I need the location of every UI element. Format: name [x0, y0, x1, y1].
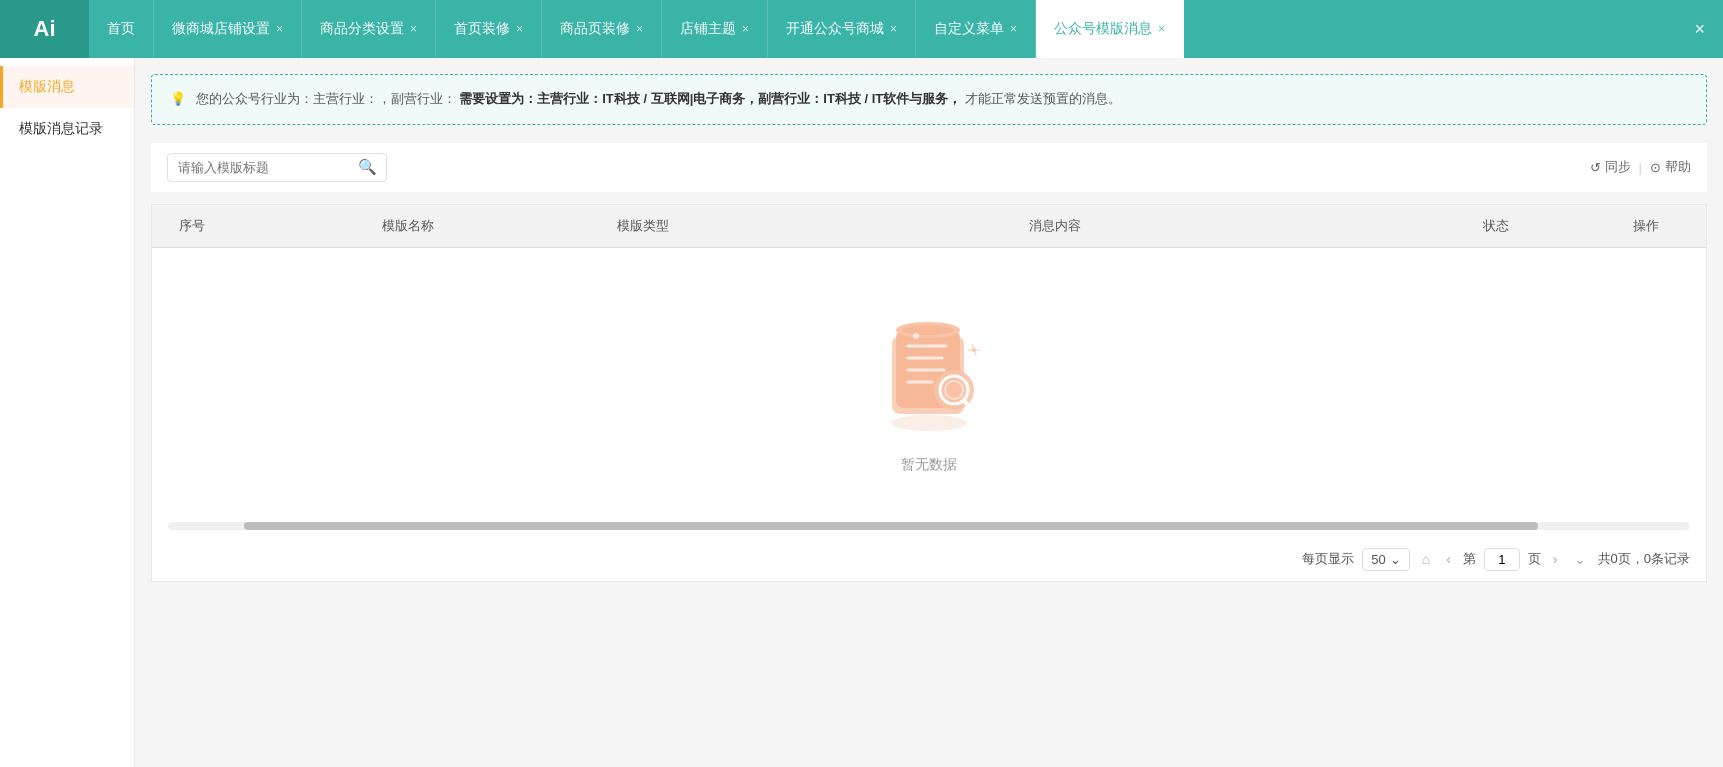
- help-button[interactable]: ⊙ 帮助: [1650, 158, 1691, 176]
- nav-tab-home-decor[interactable]: 首页装修×: [436, 0, 542, 58]
- divider: |: [1639, 160, 1642, 175]
- chevron-down-icon: ⌄: [1390, 552, 1401, 567]
- nav-tab-custom-menu[interactable]: 自定义菜单×: [916, 0, 1036, 58]
- search-input-wrap: 🔍: [167, 153, 387, 182]
- close-tab-home-decor[interactable]: ×: [516, 22, 523, 36]
- notice-prefix: 您的公众号行业为：主营行业：，副营行业：: [196, 91, 456, 106]
- search-icon[interactable]: 🔍: [358, 158, 377, 176]
- close-tab-shop-theme[interactable]: ×: [742, 22, 749, 36]
- th-type: 模版类型: [583, 205, 703, 247]
- notice-suffix: 才能正常发送预置的消息。: [965, 91, 1121, 106]
- svg-point-0: [891, 415, 967, 431]
- sidebar: 模版消息模版消息记录: [0, 58, 135, 767]
- th-action: 操作: [1586, 205, 1706, 247]
- th-content: 消息内容: [703, 205, 1406, 247]
- search-left: 🔍: [167, 153, 387, 182]
- logo: Ai: [0, 0, 89, 58]
- search-right: ↺ 同步 | ⊙ 帮助: [1590, 158, 1691, 176]
- close-tab-template-msg[interactable]: ×: [1158, 22, 1165, 36]
- empty-state: 暂无数据: [152, 248, 1706, 514]
- close-all-button[interactable]: ×: [1676, 0, 1723, 58]
- th-seq: 序号: [152, 205, 232, 247]
- notice-highlight: 需要设置为：主营行业：IT科技 / 互联网|电子商务，副营行业：IT科技 / I…: [459, 91, 961, 106]
- sync-icon: ↺: [1590, 160, 1601, 175]
- sidebar-item-template-record[interactable]: 模版消息记录: [0, 108, 134, 150]
- nav-tab-shop-theme[interactable]: 店铺主题×: [662, 0, 768, 58]
- th-status: 状态: [1406, 205, 1586, 247]
- svg-line-11: [964, 401, 976, 413]
- first-page-button[interactable]: ⌂: [1418, 549, 1434, 569]
- close-tab-category-settings[interactable]: ×: [410, 22, 417, 36]
- sidebar-item-template-msg[interactable]: 模版消息: [0, 66, 134, 108]
- close-tab-custom-menu[interactable]: ×: [1010, 22, 1017, 36]
- nav-tab-home[interactable]: 首页: [89, 0, 154, 58]
- pagination: 每页显示 50 ⌄ ⌂ ‹ 第 页 › ⌄ 共0页，0条记录: [152, 538, 1706, 581]
- page-label-before: 第: [1463, 550, 1476, 568]
- table: 序号 模版名称 模版类型 消息内容 状态 操作: [151, 204, 1707, 582]
- close-tab-product-decor[interactable]: ×: [636, 22, 643, 36]
- scroll-area: [152, 522, 1706, 530]
- page-size-select[interactable]: 50 ⌄: [1362, 548, 1409, 571]
- notice-box: 💡 您的公众号行业为：主营行业：，副营行业： 需要设置为：主营行业：IT科技 /…: [151, 74, 1707, 125]
- prev-page-button[interactable]: ‹: [1442, 549, 1455, 569]
- scroll-thumb: [244, 522, 1538, 530]
- close-tab-open-mall[interactable]: ×: [890, 22, 897, 36]
- svg-point-13: [913, 333, 919, 339]
- table-header: 序号 模版名称 模版类型 消息内容 状态 操作: [152, 205, 1706, 248]
- nav-tab-product-decor[interactable]: 商品页装修×: [542, 0, 662, 58]
- nav-tabs: 首页微商城店铺设置×商品分类设置×首页装修×商品页装修×店铺主题×开通公众号商城…: [89, 0, 1676, 58]
- page-size-value: 50: [1371, 552, 1385, 567]
- search-input[interactable]: [167, 153, 387, 182]
- page-label-after: 页: [1528, 550, 1541, 568]
- scroll-track[interactable]: [168, 522, 1690, 530]
- search-bar: 🔍 ↺ 同步 | ⊙ 帮助: [151, 143, 1707, 192]
- nav-tab-template-msg[interactable]: 公众号模版消息×: [1036, 0, 1184, 58]
- main-content: 💡 您的公众号行业为：主营行业：，副营行业： 需要设置为：主营行业：IT科技 /…: [135, 58, 1723, 767]
- next-page-button[interactable]: ›: [1549, 549, 1562, 569]
- empty-text: 暂无数据: [901, 456, 957, 474]
- last-page-button[interactable]: ⌄: [1570, 549, 1590, 569]
- notice-icon: 💡: [170, 91, 186, 106]
- help-label: 帮助: [1665, 158, 1691, 176]
- sync-button[interactable]: ↺ 同步: [1590, 158, 1631, 176]
- page-size-label: 每页显示: [1302, 550, 1354, 568]
- empty-illustration: [864, 308, 994, 438]
- sync-label: 同步: [1605, 158, 1631, 176]
- svg-point-4: [902, 325, 954, 335]
- nav-tab-open-mall[interactable]: 开通公众号商城×: [768, 0, 916, 58]
- help-icon: ⊙: [1650, 160, 1661, 175]
- nav-tab-category-settings[interactable]: 商品分类设置×: [302, 0, 436, 58]
- close-tab-shop-settings[interactable]: ×: [276, 22, 283, 36]
- total-label: 共0页，0条记录: [1598, 550, 1690, 568]
- th-name: 模版名称: [232, 205, 583, 247]
- nav-tab-shop-settings[interactable]: 微商城店铺设置×: [154, 0, 302, 58]
- layout: 模版消息模版消息记录 💡 您的公众号行业为：主营行业：，副营行业： 需要设置为：…: [0, 58, 1723, 767]
- page-input[interactable]: [1484, 548, 1520, 571]
- top-nav: Ai 首页微商城店铺设置×商品分类设置×首页装修×商品页装修×店铺主题×开通公众…: [0, 0, 1723, 58]
